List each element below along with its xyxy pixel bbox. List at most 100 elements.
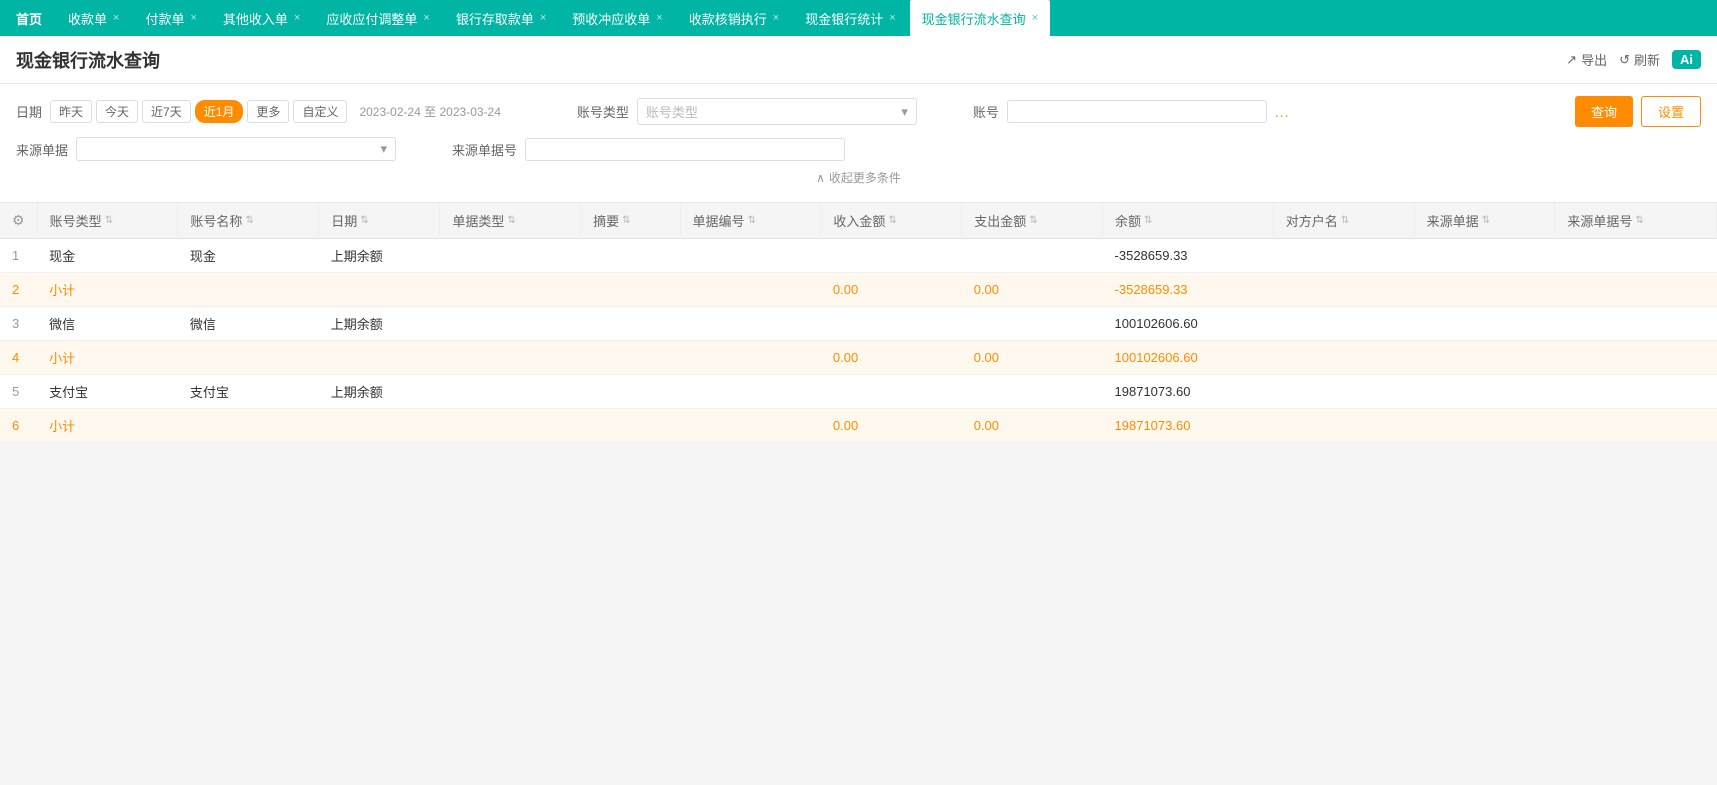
date-buttons: 昨天 今天 近7天 近1月 更多 自定义 — [50, 100, 347, 123]
table-container: ⚙ 账号类型 ⇅ 账号名称 ⇅ 日期 — [0, 203, 1717, 443]
cell-balance: 19871073.60 — [1103, 409, 1274, 443]
sort-icon: ⇅ — [105, 215, 113, 226]
close-icon[interactable]: × — [889, 12, 895, 24]
cell-doc-type — [440, 375, 581, 409]
date-btn-yesterday[interactable]: 昨天 — [50, 100, 92, 123]
cell-account-type: 小计 — [37, 409, 178, 443]
cell-income: 0.00 — [821, 273, 962, 307]
account-type-filter-group: 账号类型 账号类型 ▾ — [577, 98, 917, 125]
nav-tab-receipts-exec[interactable]: 收款核销执行 × — [677, 0, 791, 36]
cell-expense — [962, 307, 1103, 341]
cell-doc-num — [680, 409, 821, 443]
date-btn-7days[interactable]: 近7天 — [142, 100, 191, 123]
refresh-button[interactable]: ↺ 刷新 — [1619, 50, 1660, 69]
cell-balance: 100102606.60 — [1103, 307, 1274, 341]
nav-tab-cash-stats[interactable]: 现金银行统计 × — [793, 0, 907, 36]
th-expense[interactable]: 支出金额 ⇅ — [962, 203, 1103, 239]
cell-account-type: 支付宝 — [37, 375, 178, 409]
cell-doc-type — [440, 409, 581, 443]
table-row: 6小计0.000.0019871073.60 — [0, 409, 1717, 443]
nav-tab-bank-deposit[interactable]: 银行存取款单 × — [444, 0, 558, 36]
table-row: 4小计0.000.00100102606.60 — [0, 341, 1717, 375]
th-account-name[interactable]: 账号名称 ⇅ — [178, 203, 319, 239]
account-more-button[interactable]: ... — [1275, 104, 1290, 120]
chevron-down-icon: ▾ — [380, 141, 387, 157]
cell-expense: 0.00 — [962, 273, 1103, 307]
date-btn-custom[interactable]: 自定义 — [293, 100, 347, 123]
cell-counterparty — [1273, 409, 1414, 443]
cell-expense: 0.00 — [962, 409, 1103, 443]
cell-income — [821, 307, 962, 341]
cell-source-doc-num — [1555, 239, 1717, 273]
refresh-icon: ↺ — [1619, 52, 1630, 68]
cell-source-doc — [1414, 239, 1555, 273]
cell-counterparty — [1273, 375, 1414, 409]
cell-source-doc-num — [1555, 307, 1717, 341]
date-btn-more[interactable]: 更多 — [247, 100, 289, 123]
source-doc-select[interactable]: ▾ — [76, 137, 396, 161]
cell-account-type: 现金 — [37, 239, 178, 273]
th-date[interactable]: 日期 ⇅ — [319, 203, 440, 239]
cell-summary — [581, 409, 680, 443]
th-balance[interactable]: 余额 ⇅ — [1103, 203, 1274, 239]
cell-doc-num — [680, 239, 821, 273]
th-doc-num[interactable]: 单据编号 ⇅ — [680, 203, 821, 239]
cell-account-name: 微信 — [178, 307, 319, 341]
source-doc-num-filter-group: 来源单据号 — [452, 138, 845, 161]
th-account-type[interactable]: 账号类型 ⇅ — [37, 203, 178, 239]
close-icon[interactable]: × — [294, 12, 300, 24]
source-doc-num-input[interactable] — [525, 138, 845, 161]
nav-tab-adjustment[interactable]: 应收应付调整单 × — [314, 0, 441, 36]
th-source-doc-num[interactable]: 来源单据号 ⇅ — [1555, 203, 1717, 239]
close-icon[interactable]: × — [773, 12, 779, 24]
cell-num: 3 — [0, 307, 37, 341]
close-icon[interactable]: × — [656, 12, 662, 24]
close-icon[interactable]: × — [190, 12, 196, 24]
close-icon[interactable]: × — [423, 12, 429, 24]
th-counterparty[interactable]: 对方户名 ⇅ — [1273, 203, 1414, 239]
cell-source-doc-num — [1555, 273, 1717, 307]
filter-row-2: 来源单据 ▾ 来源单据号 — [16, 137, 1701, 161]
date-btn-1month[interactable]: 近1月 — [195, 100, 244, 123]
th-summary[interactable]: 摘要 ⇅ — [581, 203, 680, 239]
nav-tab-advance-offset[interactable]: 预收冲应收单 × — [560, 0, 674, 36]
table-body: 1现金现金上期余额-3528659.332小计0.000.00-3528659.… — [0, 239, 1717, 443]
cell-account-type: 小计 — [37, 341, 178, 375]
cell-num: 5 — [0, 375, 37, 409]
cell-source-doc-num — [1555, 375, 1717, 409]
th-doc-type[interactable]: 单据类型 ⇅ — [440, 203, 581, 239]
cell-doc-num — [680, 273, 821, 307]
nav-tab-other-income[interactable]: 其他收入单 × — [211, 0, 312, 36]
cell-date — [319, 409, 440, 443]
close-icon[interactable]: × — [1032, 12, 1038, 24]
query-button[interactable]: 查询 — [1575, 96, 1633, 127]
close-icon[interactable]: × — [113, 12, 119, 24]
sort-icon: ⇅ — [1482, 215, 1490, 226]
cell-counterparty — [1273, 307, 1414, 341]
settings-button[interactable]: 设置 — [1641, 96, 1701, 127]
source-doc-label: 来源单据 — [16, 140, 68, 159]
cell-summary — [581, 273, 680, 307]
chevron-down-icon: ▾ — [901, 104, 908, 120]
th-income[interactable]: 收入金额 ⇅ — [821, 203, 962, 239]
sort-icon: ⇅ — [1341, 215, 1349, 226]
export-button[interactable]: ↗ 导出 — [1566, 50, 1607, 69]
th-settings[interactable]: ⚙ — [0, 203, 37, 239]
cell-source-doc — [1414, 341, 1555, 375]
gear-icon[interactable]: ⚙ — [12, 212, 25, 228]
account-input[interactable] — [1007, 100, 1267, 123]
date-btn-today[interactable]: 今天 — [96, 100, 138, 123]
nav-tab-cash-flow[interactable]: 现金银行流水查询 × — [910, 0, 1050, 36]
ai-button[interactable]: Ai — [1672, 50, 1701, 69]
cell-counterparty — [1273, 239, 1414, 273]
nav-tab-receipts[interactable]: 收款单 × — [56, 0, 131, 36]
cell-expense — [962, 375, 1103, 409]
nav-home[interactable]: 首页 — [4, 0, 54, 36]
account-type-select[interactable]: 账号类型 ▾ — [637, 98, 917, 125]
collapse-button[interactable]: ∧ 收起更多条件 — [16, 165, 1701, 190]
close-icon[interactable]: × — [540, 12, 546, 24]
sort-icon: ⇅ — [748, 215, 756, 226]
th-source-doc[interactable]: 来源单据 ⇅ — [1414, 203, 1555, 239]
nav-tab-payments[interactable]: 付款单 × — [133, 0, 208, 36]
cell-income — [821, 239, 962, 273]
